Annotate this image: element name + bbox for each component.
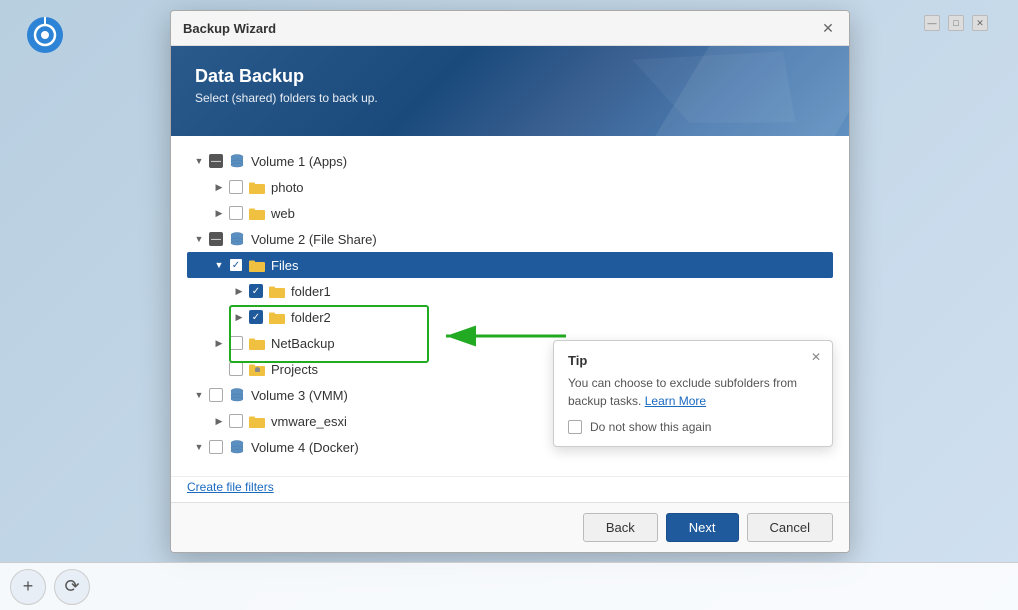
toggle-folder1[interactable]: ▶ bbox=[231, 283, 247, 299]
label-projects: Projects bbox=[271, 362, 318, 377]
lock-folder-icon-projects bbox=[249, 361, 265, 377]
tip-popup: ✕ Tip You can choose to exclude subfolde… bbox=[553, 340, 833, 447]
tree-item-vol1[interactable]: ▼ — Volume 1 (Apps) bbox=[187, 148, 833, 174]
taskbar: + ⟳ bbox=[0, 562, 1018, 610]
taskbar-history-button[interactable]: ⟳ bbox=[54, 569, 90, 605]
toggle-vol2[interactable]: ▼ bbox=[191, 231, 207, 247]
tip-learn-more-link[interactable]: Learn More bbox=[645, 394, 706, 408]
checkbox-folder1[interactable]: ✓ bbox=[249, 284, 263, 298]
checkbox-vol2[interactable]: — bbox=[209, 232, 223, 246]
dialog-titlebar: Backup Wizard ✕ bbox=[171, 11, 849, 46]
label-files: Files bbox=[271, 258, 298, 273]
tip-checkbox-row: Do not show this again bbox=[568, 420, 818, 434]
taskbar-add-button[interactable]: + bbox=[10, 569, 46, 605]
folder-icon-folder1 bbox=[269, 283, 285, 299]
folder-icon-web bbox=[249, 205, 265, 221]
checkbox-netbackup[interactable] bbox=[229, 336, 243, 350]
label-vol2: Volume 2 (File Share) bbox=[251, 232, 377, 247]
toggle-vol4[interactable]: ▼ bbox=[191, 439, 207, 455]
dialog-content: ▼ — Volume 1 (Apps) bbox=[171, 136, 849, 502]
toggle-vmware[interactable]: ▶ bbox=[211, 413, 227, 429]
checkbox-vmware[interactable] bbox=[229, 414, 243, 428]
checkbox-vol3[interactable] bbox=[209, 388, 223, 402]
maximize-btn[interactable]: □ bbox=[948, 15, 964, 31]
tip-do-not-show-label: Do not show this again bbox=[590, 420, 711, 434]
db-icon-vol3 bbox=[229, 387, 245, 403]
close-btn[interactable]: ✕ bbox=[972, 15, 988, 31]
db-icon-vol1 bbox=[229, 153, 245, 169]
create-filter-link[interactable]: Create file filters bbox=[187, 480, 274, 494]
dialog-title: Backup Wizard bbox=[183, 21, 276, 36]
folder-icon-folder2 bbox=[269, 309, 285, 325]
toggle-folder2[interactable]: ▶ bbox=[231, 309, 247, 325]
minimize-btn[interactable]: — bbox=[924, 15, 940, 31]
window-chrome-buttons: — □ ✕ bbox=[924, 15, 988, 31]
footer-buttons: Back Next Cancel bbox=[583, 513, 833, 542]
label-folder1: folder1 bbox=[291, 284, 331, 299]
tree-item-web[interactable]: ▶ web bbox=[187, 200, 833, 226]
toggle-web[interactable]: ▶ bbox=[211, 205, 227, 221]
tip-close-button[interactable]: ✕ bbox=[808, 349, 824, 365]
tip-do-not-show-checkbox[interactable] bbox=[568, 420, 582, 434]
back-button[interactable]: Back bbox=[583, 513, 658, 542]
label-web: web bbox=[271, 206, 295, 221]
folder-icon-vmware bbox=[249, 413, 265, 429]
checkbox-photo[interactable] bbox=[229, 180, 243, 194]
tree-item-files[interactable]: ▼ ✓ Files bbox=[187, 252, 833, 278]
tree-item-folder1[interactable]: ▶ ✓ folder1 bbox=[187, 278, 833, 304]
db-icon-vol4 bbox=[229, 439, 245, 455]
folder-icon-netbackup bbox=[249, 335, 265, 351]
checkbox-files[interactable]: ✓ bbox=[229, 258, 243, 272]
checkbox-folder2[interactable]: ✓ bbox=[249, 310, 263, 324]
label-netbackup: NetBackup bbox=[271, 336, 335, 351]
dialog-close-button[interactable]: ✕ bbox=[819, 19, 837, 37]
tree-item-vol2[interactable]: ▼ — Volume 2 (File Share) bbox=[187, 226, 833, 252]
toggle-files[interactable]: ▼ bbox=[211, 257, 227, 273]
label-vol4: Volume 4 (Docker) bbox=[251, 440, 359, 455]
label-folder2: folder2 bbox=[291, 310, 331, 325]
label-vol3: Volume 3 (VMM) bbox=[251, 388, 348, 403]
cancel-button[interactable]: Cancel bbox=[747, 513, 833, 542]
toggle-vol3[interactable]: ▼ bbox=[191, 387, 207, 403]
header-title: Data Backup bbox=[195, 66, 825, 87]
header-subtitle: Select (shared) folders to back up. bbox=[195, 91, 825, 105]
dialog-header: Data Backup Select (shared) folders to b… bbox=[171, 46, 849, 136]
checkbox-projects[interactable] bbox=[229, 362, 243, 376]
next-button[interactable]: Next bbox=[666, 513, 739, 542]
db-icon-vol2 bbox=[229, 231, 245, 247]
toggle-netbackup[interactable]: ▶ bbox=[211, 335, 227, 351]
label-photo: photo bbox=[271, 180, 304, 195]
tree-item-folder2[interactable]: ▶ ✓ folder2 bbox=[187, 304, 833, 330]
tree-item-photo[interactable]: ▶ photo bbox=[187, 174, 833, 200]
label-vol1: Volume 1 (Apps) bbox=[251, 154, 347, 169]
checkbox-vol4[interactable] bbox=[209, 440, 223, 454]
tip-text: You can choose to exclude subfolders fro… bbox=[568, 374, 818, 410]
checkbox-vol1[interactable]: — bbox=[209, 154, 223, 168]
label-vmware: vmware_esxi bbox=[271, 414, 347, 429]
dialog-footer: Back Next Cancel bbox=[171, 502, 849, 552]
backup-wizard-dialog: Backup Wizard ✕ Data Backup Select (shar… bbox=[170, 10, 850, 553]
tip-title: Tip bbox=[568, 353, 818, 368]
folder-icon-files bbox=[249, 257, 265, 273]
toggle-photo[interactable]: ▶ bbox=[211, 179, 227, 195]
desktop: — □ ✕ Backup Wizard ✕ Data Backup Select… bbox=[0, 0, 1018, 610]
toggle-vol1[interactable]: ▼ bbox=[191, 153, 207, 169]
folder-icon-photo bbox=[249, 179, 265, 195]
checkbox-web[interactable] bbox=[229, 206, 243, 220]
app-icon bbox=[25, 15, 65, 55]
